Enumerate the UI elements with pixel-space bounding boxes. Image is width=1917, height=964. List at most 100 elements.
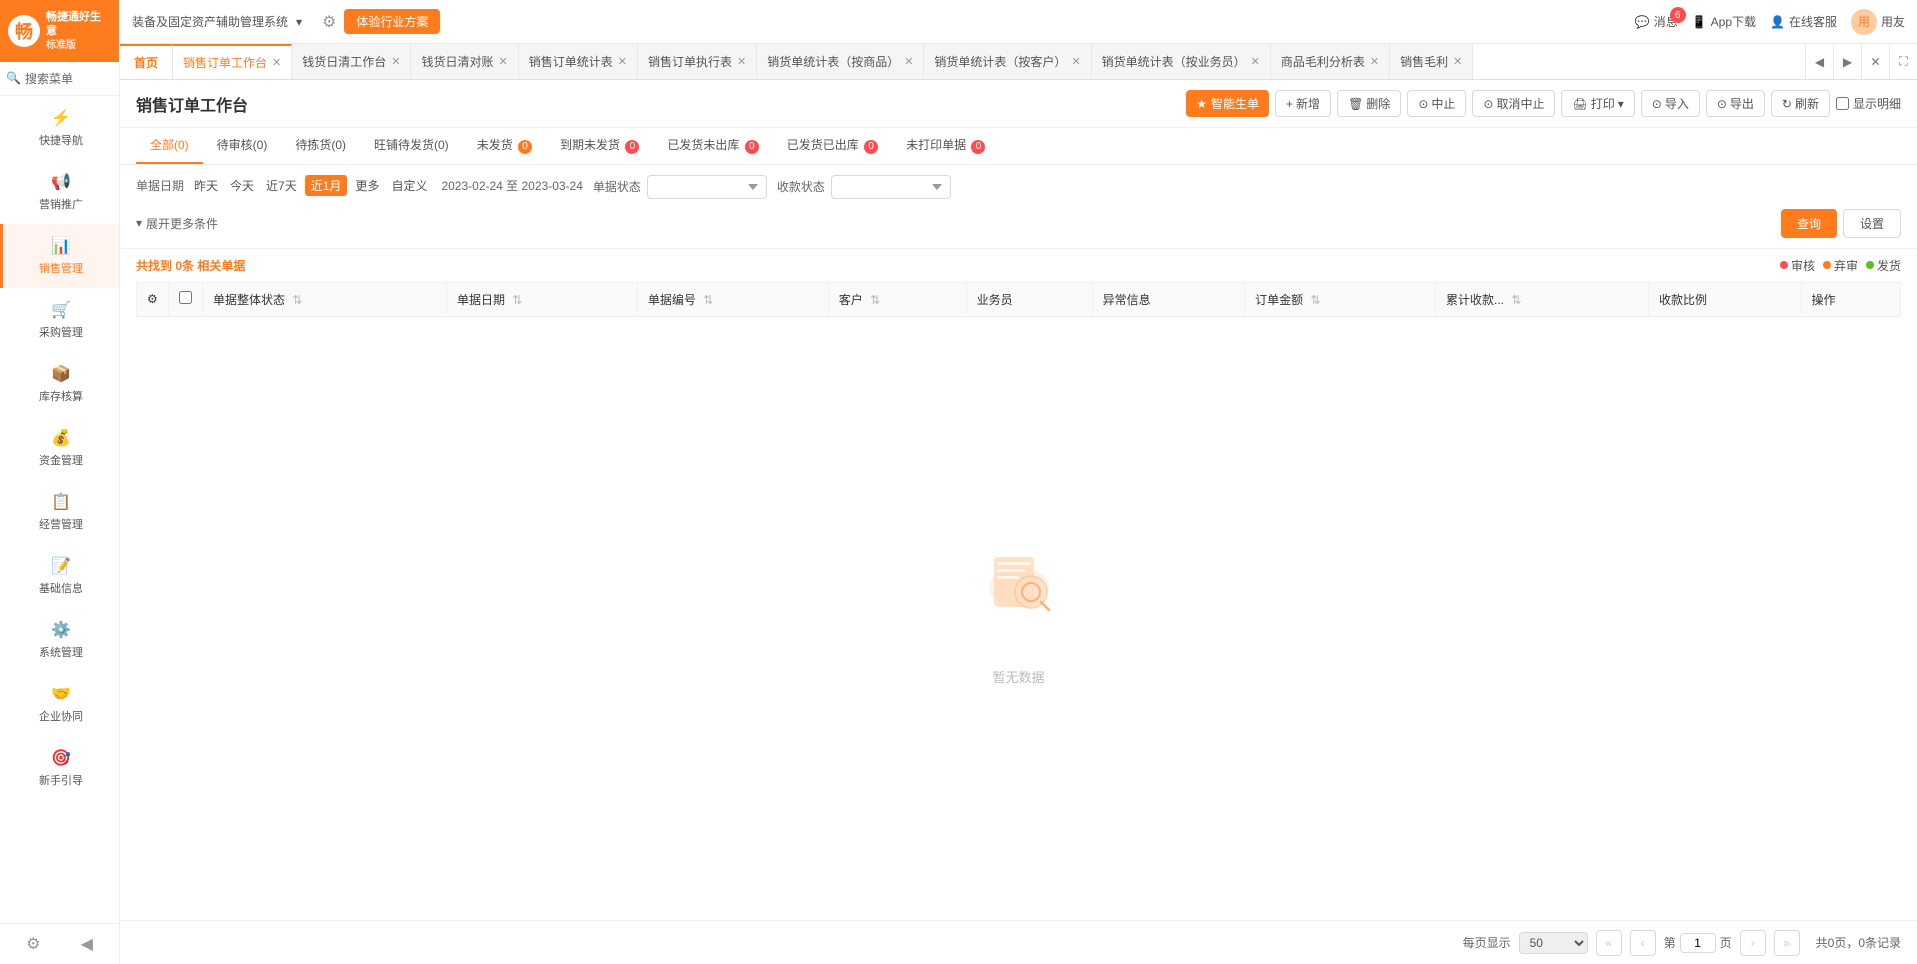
export-button[interactable]: ⊙ 导出	[1706, 90, 1765, 117]
industry-solution-button[interactable]: 体验行业方案	[344, 9, 440, 34]
tab-close-all-button[interactable]: ✕	[1861, 44, 1889, 80]
tab-sales-goods[interactable]: 销货单统计表（按商品） ✕	[757, 44, 924, 79]
tab-cash-daily-workbench[interactable]: 钱货日清工作台 ✕	[292, 44, 411, 79]
subtab-unshipped[interactable]: 未发货 0	[463, 128, 546, 164]
tab-close-sales-exec[interactable]: ✕	[737, 55, 746, 68]
collapse-icon[interactable]: ◀	[81, 934, 93, 954]
payment-filter-select[interactable]	[831, 175, 951, 199]
tab-sales-margin[interactable]: 销售毛利 ✕	[1390, 44, 1473, 79]
subtab-pending-pick[interactable]: 待拣货(0)	[281, 128, 360, 164]
sort-icon-doc-status[interactable]: ⇅	[292, 293, 302, 307]
delete-button[interactable]: 🗑 删除	[1337, 90, 1401, 117]
tab-close-reconcile[interactable]: ✕	[499, 55, 508, 68]
topbar-user[interactable]: 用 用友	[1851, 9, 1905, 35]
page-size-select[interactable]: 50 100 200	[1519, 932, 1588, 954]
tab-cash-reconcile[interactable]: 钱货日清对账 ✕	[411, 44, 518, 79]
tab-close-sales-customer[interactable]: ✕	[1071, 55, 1080, 68]
show-detail-checkbox-label[interactable]: 显示明细	[1836, 95, 1901, 112]
page-next-button[interactable]: ›	[1740, 930, 1766, 956]
tab-close-margin[interactable]: ✕	[1370, 55, 1379, 68]
sort-icon-amount[interactable]: ⇅	[1310, 293, 1320, 307]
pause-button[interactable]: ⊙ 中止	[1407, 90, 1466, 117]
refresh-button[interactable]: ↻ 刷新	[1771, 90, 1830, 117]
date-opt-7days[interactable]: 近7天	[262, 175, 301, 196]
topbar-settings-icon[interactable]: ⚙	[322, 12, 336, 32]
sort-icon-number[interactable]: ⇅	[703, 293, 713, 307]
col-settings[interactable]: ⚙	[137, 282, 169, 316]
audit-action-button[interactable]: 审核	[1780, 257, 1815, 274]
topbar-dropdown[interactable]: ▾	[296, 15, 302, 29]
status-filter-select[interactable]	[647, 175, 767, 199]
query-button[interactable]: 查询	[1781, 209, 1837, 238]
smart-create-button[interactable]: ★ 智能生单	[1186, 90, 1269, 117]
tab-next-button[interactable]: ▶	[1833, 44, 1861, 80]
sort-icon-customer[interactable]: ⇅	[870, 293, 880, 307]
date-opt-today[interactable]: 今天	[226, 175, 258, 196]
tab-close-sales-stats[interactable]: ✕	[618, 55, 627, 68]
sidebar-item-marketing[interactable]: 📢 营销推广	[0, 160, 119, 224]
sidebar-search[interactable]: 🔍 搜索菜单	[0, 62, 119, 96]
tab-sales-staff[interactable]: 销货单统计表（按业务员） ✕	[1092, 44, 1271, 79]
tab-sales-exec[interactable]: 销售订单执行表 ✕	[638, 44, 757, 79]
expand-filter-button[interactable]: ▾ 展开更多条件	[136, 211, 218, 236]
filter-settings-button[interactable]: 设置	[1843, 209, 1901, 238]
sidebar-item-purchase[interactable]: 🛒 采购管理	[0, 288, 119, 352]
sidebar-item-inventory[interactable]: 📦 库存核算	[0, 352, 119, 416]
subtab-wangpu-pending[interactable]: 旺铺待发货(0)	[360, 128, 463, 164]
horizontal-scroll[interactable]	[136, 910, 1901, 920]
page-first-button[interactable]: «	[1596, 930, 1622, 956]
sidebar-item-quick-nav[interactable]: ⚡ 快捷导航	[0, 96, 119, 160]
col-checkbox[interactable]	[169, 282, 203, 316]
tab-close-sales-staff[interactable]: ✕	[1251, 55, 1260, 68]
date-opt-more[interactable]: 更多	[351, 175, 383, 196]
settings-bottom-icon[interactable]: ⚙	[26, 934, 40, 954]
subtab-all[interactable]: 全部(0)	[136, 128, 203, 164]
col-customer[interactable]: 客户 ⇅	[828, 282, 966, 316]
col-doc-date[interactable]: 单据日期 ⇅	[446, 282, 637, 316]
tab-margin-analysis[interactable]: 商品毛利分析表 ✕	[1271, 44, 1390, 79]
topbar-app-download[interactable]: 📱 App下载	[1692, 13, 1756, 30]
show-detail-checkbox[interactable]	[1836, 97, 1849, 110]
page-number-input[interactable]	[1680, 933, 1716, 953]
col-cumulative-payment[interactable]: 累计收款... ⇅	[1436, 282, 1649, 316]
tab-close-cash-daily[interactable]: ✕	[391, 55, 400, 68]
tab-prev-button[interactable]: ◀	[1805, 44, 1833, 80]
subtab-overdue-unshipped[interactable]: 到期未发货 0	[546, 128, 653, 164]
tab-sales-order-workbench[interactable]: 销售订单工作台 ✕	[173, 44, 292, 79]
subtab-unprinted[interactable]: 未打印单据 0	[892, 128, 999, 164]
col-doc-number[interactable]: 单据编号 ⇅	[637, 282, 828, 316]
col-doc-status[interactable]: 单据整体状态 ⇅	[203, 282, 447, 316]
tab-close-sales-goods[interactable]: ✕	[904, 55, 913, 68]
date-opt-1month[interactable]: 近1月	[305, 175, 348, 196]
select-all-checkbox[interactable]	[179, 291, 192, 304]
sidebar-item-operations[interactable]: 📋 经营管理	[0, 480, 119, 544]
topbar-online-service[interactable]: 👤 在线客服	[1770, 13, 1837, 30]
sort-icon-payment[interactable]: ⇅	[1511, 293, 1521, 307]
add-button[interactable]: + 新增	[1275, 90, 1331, 117]
subtab-shipped-out[interactable]: 已发货已出库 0	[773, 128, 892, 164]
sort-icon-date[interactable]: ⇅	[512, 293, 522, 307]
date-opt-yesterday[interactable]: 昨天	[190, 175, 222, 196]
sidebar-item-basic-info[interactable]: 📝 基础信息	[0, 544, 119, 608]
cancel-pause-button[interactable]: ⊙ 取消中止	[1472, 90, 1555, 117]
ship-action-button[interactable]: 发货	[1866, 257, 1901, 274]
sidebar-item-enterprise[interactable]: 🤝 企业协同	[0, 672, 119, 736]
page-last-button[interactable]: »	[1774, 930, 1800, 956]
date-opt-custom[interactable]: 自定义	[387, 175, 431, 196]
page-prev-button[interactable]: ‹	[1630, 930, 1656, 956]
tab-close-sales-order[interactable]: ✕	[272, 56, 281, 69]
tab-home[interactable]: 首页	[120, 44, 173, 79]
subtab-pending-audit[interactable]: 待审核(0)	[203, 128, 282, 164]
sidebar-item-system[interactable]: ⚙️ 系统管理	[0, 608, 119, 672]
sidebar-item-sales[interactable]: 📊 销售管理	[0, 224, 119, 288]
print-button[interactable]: 🖨 打印 ▾	[1561, 90, 1634, 117]
tab-sales-stats[interactable]: 销售订单统计表 ✕	[519, 44, 638, 79]
sidebar-item-finance[interactable]: 💰 资金管理	[0, 416, 119, 480]
sidebar-item-guide[interactable]: 🎯 新手引导	[0, 736, 119, 800]
tab-close-sales-margin[interactable]: ✕	[1453, 55, 1462, 68]
subtab-shipped-not-out[interactable]: 已发货未出库 0	[653, 128, 772, 164]
topbar-message[interactable]: 💬 消息 6	[1635, 13, 1678, 30]
tab-sales-customer[interactable]: 销货单统计表（按客户） ✕	[924, 44, 1091, 79]
import-button[interactable]: ⊙ 导入	[1641, 90, 1700, 117]
col-order-amount[interactable]: 订单金额 ⇅	[1245, 282, 1436, 316]
